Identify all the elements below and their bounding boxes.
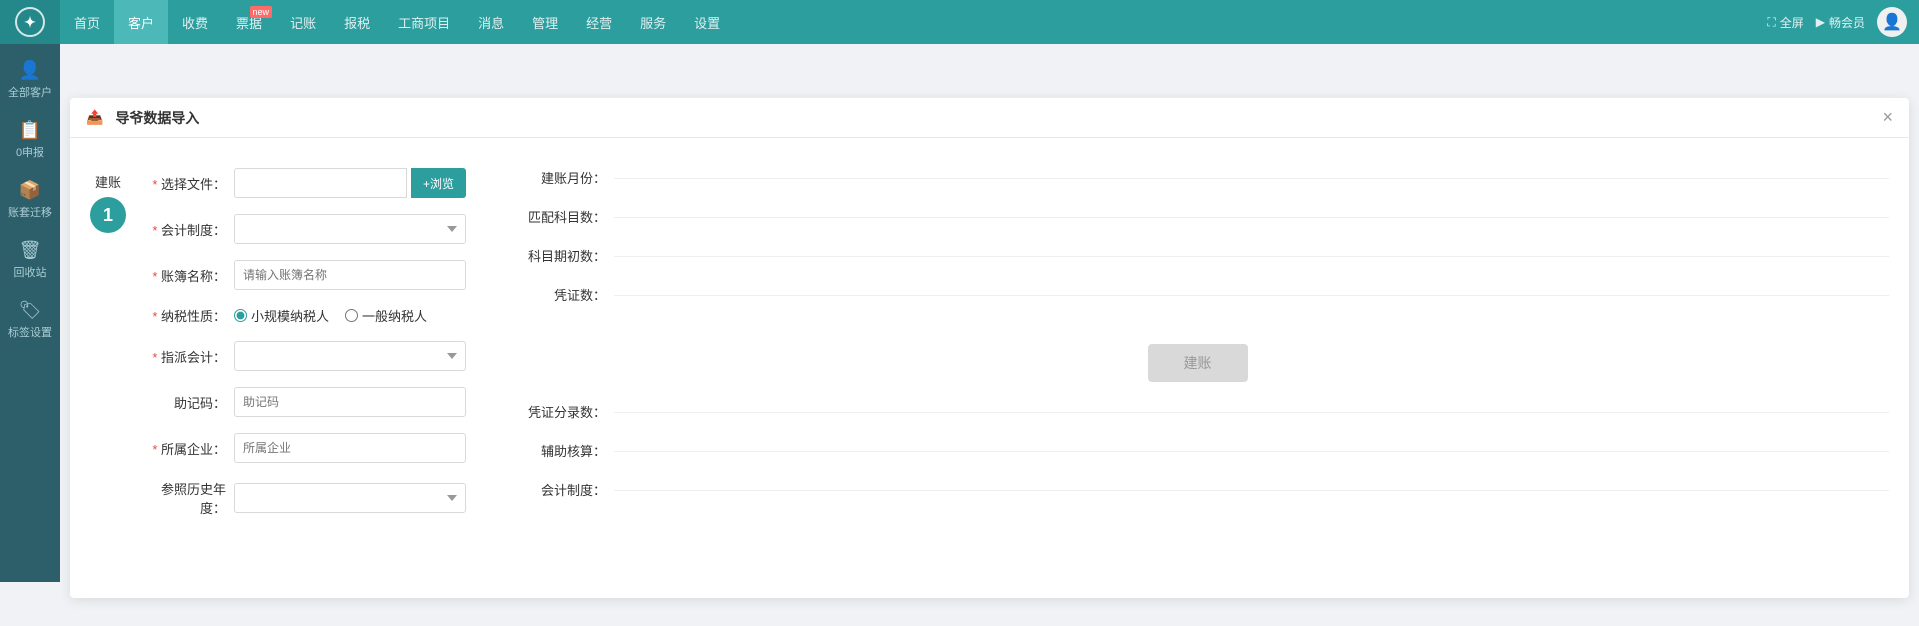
- file-input[interactable]: [234, 168, 407, 198]
- top-nav: ✦ 首页 客户 收费 票据 new 记账 报税 工商项目 消息 管理: [0, 0, 1919, 44]
- sidebar-item-account-migration[interactable]: 📦 账套迁移: [0, 172, 60, 228]
- sidebar-item-all-customers[interactable]: 👤 全部客户: [0, 52, 60, 108]
- main-content: 📤 导爷数据导入 × 建账 1 * 选择文件： +浏览: [60, 88, 1919, 626]
- account-month-label: 建账月份：: [506, 168, 606, 187]
- auxiliary-value: [614, 449, 1889, 452]
- nav-item-customers[interactable]: 客户: [114, 0, 168, 44]
- company-input[interactable]: [234, 433, 466, 463]
- nav-item-tax[interactable]: 报税: [330, 0, 384, 44]
- tax-type-radio-group: 小规模纳税人 一般纳税人: [234, 306, 466, 325]
- sidebar-item-tag-settings[interactable]: 🏷 标签设置: [0, 292, 60, 348]
- dialog-panel: 📤 导爷数据导入 × 建账 1 * 选择文件： +浏览: [70, 98, 1909, 598]
- logo-icon: ✦: [15, 7, 45, 37]
- info-accounting-system-label: 会计制度：: [506, 480, 606, 499]
- nav-item-business[interactable]: 工商项目: [384, 0, 464, 44]
- voucher-count-value: [614, 293, 1889, 296]
- nav-items: 首页 客户 收费 票据 new 记账 报税 工商项目 消息 管理 经营: [60, 0, 1767, 44]
- dialog-title: 导爷数据导入: [115, 108, 199, 128]
- match-subjects-label: 匹配科目数：: [506, 207, 606, 226]
- account-month-row: 建账月份：: [506, 168, 1889, 187]
- nav-item-bills[interactable]: 票据 new: [222, 0, 276, 44]
- nav-item-fees[interactable]: 收费: [168, 0, 222, 44]
- assign-accountant-select[interactable]: [234, 341, 466, 371]
- account-migration-icon: 📦: [19, 180, 41, 201]
- nav-item-messages[interactable]: 消息: [464, 0, 518, 44]
- recycle-bin-icon: 🗑: [19, 240, 42, 261]
- memo-code-label: 助记码：: [146, 393, 226, 412]
- memo-code-row: 助记码：: [146, 387, 466, 417]
- subject-initial-row: 科目期初数：: [506, 246, 1889, 265]
- form-section: * 选择文件： +浏览 * 会计制度：: [146, 168, 466, 517]
- sidebar-item-zero-declaration[interactable]: 📋 0申报: [0, 112, 60, 168]
- nav-item-bookkeeping[interactable]: 记账: [276, 0, 330, 44]
- all-customers-icon: 👤: [19, 60, 41, 81]
- voucher-entries-value: [614, 410, 1889, 413]
- nav-right: ⛶ 全屏 ▶ 畅会员 👤: [1767, 7, 1907, 37]
- general-taxpayer-option[interactable]: 一般纳税人: [345, 306, 427, 325]
- general-taxpayer-radio[interactable]: [345, 309, 358, 322]
- account-month-value: [614, 176, 1889, 179]
- accounting-system-label: * 会计制度：: [146, 220, 226, 239]
- avatar[interactable]: 👤: [1877, 7, 1907, 37]
- small-taxpayer-option[interactable]: 小规模纳税人: [234, 306, 329, 325]
- nav-item-manage[interactable]: 管理: [518, 0, 572, 44]
- step-label: 建账: [95, 172, 121, 191]
- step-section: 建账 1: [90, 168, 126, 517]
- logo-area[interactable]: ✦: [0, 0, 60, 44]
- account-name-label: * 账簿名称：: [146, 266, 226, 285]
- accounting-system-row: * 会计制度：: [146, 214, 466, 244]
- info-section: 建账月份： 匹配科目数： 科目期初数： 凭证数： 建账: [466, 168, 1889, 517]
- tax-type-label: * 纳税性质：: [146, 306, 226, 325]
- nav-item-services[interactable]: 服务: [626, 0, 680, 44]
- browse-button[interactable]: +浏览: [411, 168, 466, 198]
- dialog-header: 📤 导爷数据导入 ×: [70, 98, 1909, 138]
- file-input-group: +浏览: [234, 168, 466, 198]
- info-accounting-system-row: 会计制度：: [506, 480, 1889, 499]
- build-account-button[interactable]: 建账: [1148, 344, 1248, 382]
- account-name-row: * 账簿名称：: [146, 260, 466, 290]
- nav-item-operations[interactable]: 经营: [572, 0, 626, 44]
- sidebar: 👤 全部客户 📋 0申报 📦 账套迁移 🗑 回收站 🏷 标签设置: [0, 44, 60, 582]
- assign-accountant-row: * 指派会计：: [146, 341, 466, 371]
- company-row: * 所属企业：: [146, 433, 466, 463]
- voucher-count-label: 凭证数：: [506, 285, 606, 304]
- close-button[interactable]: ×: [1882, 108, 1893, 126]
- dialog-body: 建账 1 * 选择文件： +浏览 * 会: [70, 138, 1909, 537]
- match-subjects-row: 匹配科目数：: [506, 207, 1889, 226]
- tax-type-row: * 纳税性质： 小规模纳税人 一般纳税人: [146, 306, 466, 325]
- voucher-count-row: 凭证数：: [506, 285, 1889, 304]
- nav-item-home[interactable]: 首页: [60, 0, 114, 44]
- zero-declaration-icon: 📋: [19, 120, 41, 141]
- accounting-system-select[interactable]: [234, 214, 466, 244]
- subject-initial-value: [614, 254, 1889, 257]
- select-file-row: * 选择文件： +浏览: [146, 168, 466, 198]
- voucher-entries-label: 凭证分录数：: [506, 402, 606, 421]
- tag-settings-icon: 🏷: [19, 300, 42, 321]
- sidebar-item-recycle-bin[interactable]: 🗑 回收站: [0, 232, 60, 288]
- member-button[interactable]: ▶ 畅会员: [1816, 14, 1865, 31]
- subject-initial-label: 科目期初数：: [506, 246, 606, 265]
- info-accounting-system-value: [614, 488, 1889, 491]
- badge-new: new: [250, 6, 273, 18]
- build-btn-area: 建账: [506, 344, 1889, 382]
- reference-year-row: 参照历史年度：: [146, 479, 466, 517]
- memo-code-input[interactable]: [234, 387, 466, 417]
- voucher-entries-row: 凭证分录数：: [506, 402, 1889, 421]
- auxiliary-row: 辅助核算：: [506, 441, 1889, 460]
- step-circle: 1: [90, 197, 126, 233]
- fullscreen-button[interactable]: ⛶ 全屏: [1767, 14, 1803, 31]
- reference-year-select[interactable]: [234, 483, 466, 513]
- account-name-input[interactable]: [234, 260, 466, 290]
- auxiliary-label: 辅助核算：: [506, 441, 606, 460]
- upload-icon: 📤: [86, 109, 103, 126]
- nav-item-settings[interactable]: 设置: [680, 0, 734, 44]
- select-file-label: * 选择文件：: [146, 174, 226, 193]
- assign-accountant-label: * 指派会计：: [146, 347, 226, 366]
- match-subjects-value: [614, 215, 1889, 218]
- company-label: * 所属企业：: [146, 439, 226, 458]
- small-taxpayer-radio[interactable]: [234, 309, 247, 322]
- reference-year-label: 参照历史年度：: [146, 479, 226, 517]
